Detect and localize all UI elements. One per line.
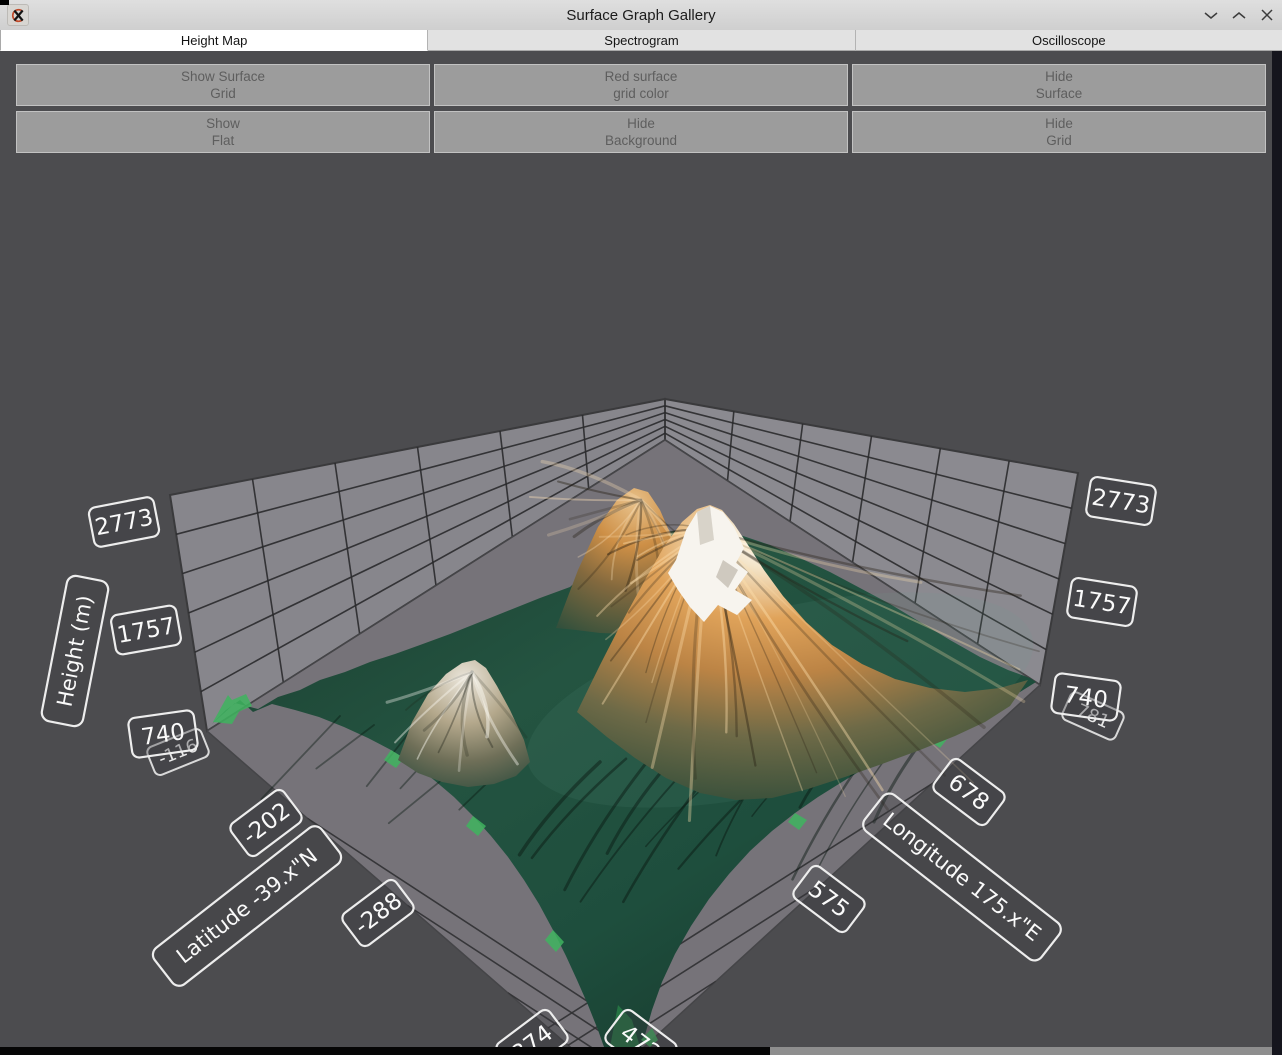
red-surface-grid-color-button[interactable]: Red surface grid color (434, 64, 848, 106)
button-label: Hide (627, 115, 655, 132)
svg-text:Latitude -39.x"N: Latitude -39.x"N (172, 844, 322, 969)
height-axis-title: Height (m) (40, 574, 109, 727)
tab-oscilloscope[interactable]: Oscilloscope (856, 30, 1282, 51)
height-tick-740-right: 740 (1051, 673, 1122, 722)
hide-grid-button[interactable]: Hide Grid (852, 111, 1266, 153)
height-tick-2773-left: 2773 (88, 496, 160, 548)
x11-logo-icon (7, 4, 29, 26)
svg-text:Longitude 175.x"E: Longitude 175.x"E (878, 808, 1045, 946)
toolbar: Show Surface Grid Red surface grid color… (0, 51, 1282, 153)
desktop-edge-bottom-gray (770, 1047, 1272, 1055)
chevron-up-icon[interactable] (1230, 6, 1248, 24)
height-tick-740-left: 740 (128, 710, 199, 759)
button-label: Flat (212, 132, 235, 149)
height-tick-1757-right: 1757 (1066, 577, 1137, 627)
hide-background-button[interactable]: Hide Background (434, 111, 848, 153)
button-label: Surface (1036, 85, 1083, 102)
show-surface-grid-button[interactable]: Show Surface Grid (16, 64, 430, 106)
button-label: Grid (210, 85, 236, 102)
height-tick-2773-right: 2773 (1085, 476, 1156, 526)
tab-height-map[interactable]: Height Map (0, 30, 428, 51)
surface-3d-view[interactable]: -116 2773 1757 740 Height (m) 781 2773 1… (0, 0, 1282, 1055)
desktop-edge-right (1272, 51, 1282, 1055)
window-title: Surface Graph Gallery (0, 7, 1282, 24)
button-label: Show Surface (181, 68, 265, 85)
longitude-axis-title: Longitude 175.x"E (860, 790, 1065, 964)
desktop-edge-bottom (0, 1047, 770, 1055)
height-tick-1757-left: 1757 (110, 605, 182, 656)
button-label: grid color (613, 85, 669, 102)
show-flat-button[interactable]: Show Flat (16, 111, 430, 153)
tab-bar: Height Map Spectrogram Oscilloscope (0, 30, 1282, 51)
window-titlebar[interactable]: Surface Graph Gallery (0, 0, 1282, 31)
window-controls (1202, 0, 1276, 30)
button-label: Grid (1046, 132, 1072, 149)
hide-surface-button[interactable]: Hide Surface (852, 64, 1266, 106)
tab-spectrogram[interactable]: Spectrogram (428, 30, 855, 51)
button-label: Hide (1045, 115, 1073, 132)
close-icon[interactable] (1258, 6, 1276, 24)
chevron-down-icon[interactable] (1202, 6, 1220, 24)
button-label: Hide (1045, 68, 1073, 85)
button-label: Background (605, 132, 677, 149)
button-label: Show (206, 115, 240, 132)
screen-corner-notch (0, 0, 9, 5)
desktop: { "window": { "title": "Surface Graph Ga… (0, 0, 1282, 1055)
button-label: Red surface (605, 68, 678, 85)
surface-3d-svg: -116 2773 1757 740 Height (m) 781 2773 1… (0, 0, 1282, 1055)
